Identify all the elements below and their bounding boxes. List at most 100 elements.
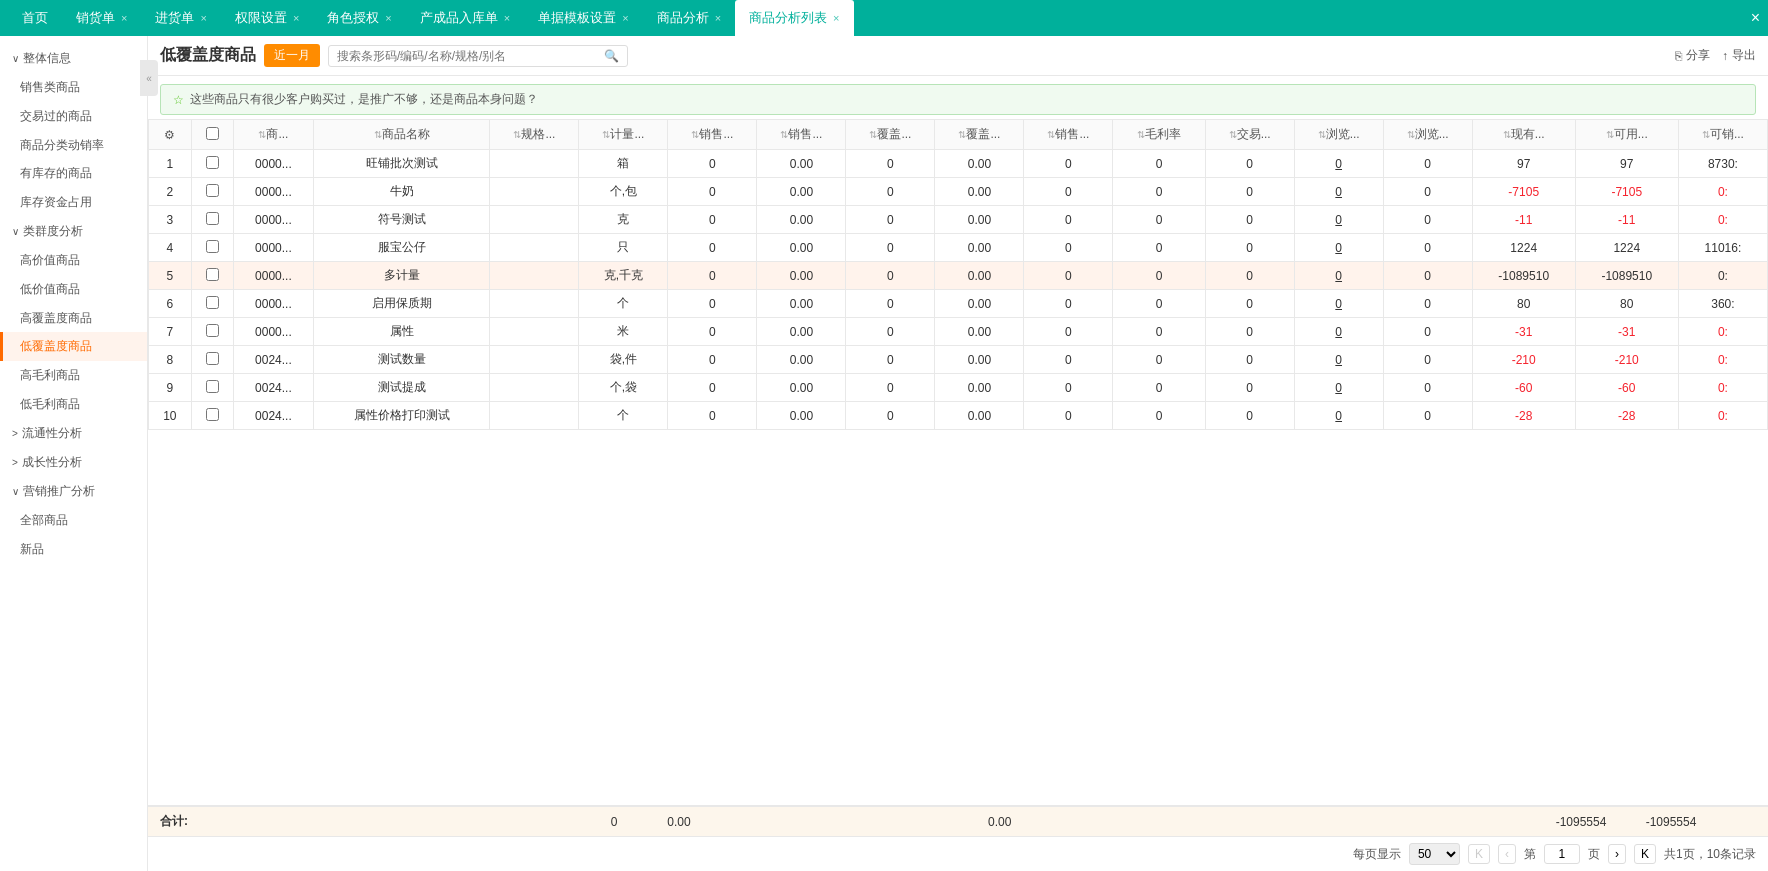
row-browse1[interactable]: 0 [1294, 374, 1383, 402]
nav-tab-商品分析[interactable]: 商品分析× [643, 0, 735, 36]
nav-tab-close-商品分析列表[interactable]: × [833, 0, 839, 36]
per-page-select[interactable]: 2050100 [1409, 843, 1460, 865]
row-browse1[interactable]: 0 [1294, 178, 1383, 206]
col-header-code[interactable]: ⇅商... [233, 120, 313, 150]
sidebar-item-库存资金占用[interactable]: 库存资金占用 [0, 188, 147, 217]
col-header-saleable[interactable]: ⇅可销... [1678, 120, 1767, 150]
browse-link[interactable]: 0 [1335, 409, 1342, 423]
sidebar-item-低价值商品[interactable]: 低价值商品 [0, 275, 147, 304]
nav-tab-close-权限设置[interactable]: × [293, 0, 299, 36]
nav-tab-单据模板设置[interactable]: 单据模板设置× [524, 0, 642, 36]
row-checkbox-input[interactable] [206, 212, 219, 225]
row-checkbox-input[interactable] [206, 240, 219, 253]
row-checkbox-input[interactable] [206, 408, 219, 421]
first-page-btn[interactable]: K [1468, 844, 1490, 864]
browse-link[interactable]: 0 [1335, 297, 1342, 311]
col-header-cover2[interactable]: ⇅覆盖... [935, 120, 1024, 150]
row-browse1[interactable]: 0 [1294, 206, 1383, 234]
row-checkbox[interactable] [191, 402, 233, 430]
row-browse1[interactable]: 0 [1294, 234, 1383, 262]
row-browse1[interactable]: 0 [1294, 318, 1383, 346]
col-header-browse1[interactable]: ⇅浏览... [1294, 120, 1383, 150]
row-checkbox-input[interactable] [206, 268, 219, 281]
sidebar-item-交易过的商品[interactable]: 交易过的商品 [0, 102, 147, 131]
col-header-current_qty[interactable]: ⇅现有... [1472, 120, 1575, 150]
row-browse1[interactable]: 0 [1294, 402, 1383, 430]
row-checkbox[interactable] [191, 234, 233, 262]
row-browse1[interactable]: 0 [1294, 150, 1383, 178]
nav-tab-权限设置[interactable]: 权限设置× [221, 0, 313, 36]
row-checkbox[interactable] [191, 290, 233, 318]
browse-link[interactable]: 0 [1335, 185, 1342, 199]
nav-tab-close-商品分析[interactable]: × [715, 0, 721, 36]
sidebar-section-4[interactable]: ∨营销推广分析 [0, 477, 147, 506]
sidebar-section-3[interactable]: >成长性分析 [0, 448, 147, 477]
sidebar-section-0[interactable]: ∨整体信息 [0, 44, 147, 73]
nav-tab-close-产成品入库单[interactable]: × [504, 0, 510, 36]
sidebar-item-商品分类动销率[interactable]: 商品分类动销率 [0, 131, 147, 160]
browse-link[interactable]: 0 [1335, 241, 1342, 255]
col-header-cover1[interactable]: ⇅覆盖... [846, 120, 935, 150]
sidebar-collapse-btn[interactable]: « [140, 60, 158, 96]
col-header-name[interactable]: ⇅商品名称 [314, 120, 490, 150]
col-header-available[interactable]: ⇅可用... [1575, 120, 1678, 150]
col-header-unit[interactable]: ⇅计量... [579, 120, 668, 150]
row-checkbox[interactable] [191, 318, 233, 346]
nav-tab-进货单[interactable]: 进货单× [141, 0, 220, 36]
browse-link[interactable]: 0 [1335, 325, 1342, 339]
sidebar-item-全部商品[interactable]: 全部商品 [0, 506, 147, 535]
nav-tab-close-单据模板设置[interactable]: × [622, 0, 628, 36]
sidebar-item-高覆盖度商品[interactable]: 高覆盖度商品 [0, 304, 147, 333]
next-page-btn[interactable]: › [1608, 844, 1626, 864]
sidebar-item-新品[interactable]: 新品 [0, 535, 147, 564]
settings-icon[interactable]: ⚙ [164, 128, 175, 142]
nav-tab-首页[interactable]: 首页 [8, 0, 62, 36]
close-all-btn[interactable]: × [1751, 9, 1760, 27]
table-wrapper[interactable]: ⚙⇅商...⇅商品名称⇅规格...⇅计量...⇅销售...⇅销售...⇅覆盖..… [148, 119, 1768, 805]
search-icon[interactable]: 🔍 [604, 49, 619, 63]
row-browse1[interactable]: 0 [1294, 290, 1383, 318]
row-checkbox[interactable] [191, 346, 233, 374]
sidebar-item-销售类商品[interactable]: 销售类商品 [0, 73, 147, 102]
share-btn[interactable]: ⎘ 分享 [1675, 47, 1710, 64]
nav-tab-商品分析列表[interactable]: 商品分析列表× [735, 0, 853, 36]
nav-tab-产成品入库单[interactable]: 产成品入库单× [406, 0, 524, 36]
row-checkbox-input[interactable] [206, 352, 219, 365]
col-header-sales3[interactable]: ⇅销售... [1024, 120, 1113, 150]
col-header-settings[interactable]: ⚙ [149, 120, 192, 150]
browse-link[interactable]: 0 [1335, 213, 1342, 227]
current-page-input[interactable] [1544, 844, 1580, 864]
nav-tab-close-销货单[interactable]: × [121, 0, 127, 36]
row-checkbox-input[interactable] [206, 296, 219, 309]
sidebar-item-高价值商品[interactable]: 高价值商品 [0, 246, 147, 275]
col-header-spec[interactable]: ⇅规格... [490, 120, 579, 150]
filter-btn[interactable]: 近一月 [264, 44, 320, 67]
sidebar-item-低覆盖度商品[interactable]: 低覆盖度商品 [0, 332, 147, 361]
sidebar-item-低毛利商品[interactable]: 低毛利商品 [0, 390, 147, 419]
col-header-gross[interactable]: ⇅毛利率 [1113, 120, 1205, 150]
row-browse1[interactable]: 0 [1294, 346, 1383, 374]
row-browse1[interactable]: 0 [1294, 262, 1383, 290]
row-checkbox[interactable] [191, 206, 233, 234]
col-header-sales_amt[interactable]: ⇅销售... [757, 120, 846, 150]
nav-tab-角色授权[interactable]: 角色授权× [313, 0, 405, 36]
col-header-browse2[interactable]: ⇅浏览... [1383, 120, 1472, 150]
row-checkbox[interactable] [191, 262, 233, 290]
col-header-sales_qty[interactable]: ⇅销售... [668, 120, 757, 150]
row-checkbox-input[interactable] [206, 184, 219, 197]
nav-tab-close-进货单[interactable]: × [200, 0, 206, 36]
sidebar-section-1[interactable]: ∨类群度分析 [0, 217, 147, 246]
nav-tab-销货单[interactable]: 销货单× [62, 0, 141, 36]
last-page-btn[interactable]: K [1634, 844, 1656, 864]
col-header-checkbox[interactable] [191, 120, 233, 150]
row-checkbox-input[interactable] [206, 380, 219, 393]
row-checkbox[interactable] [191, 150, 233, 178]
prev-page-btn[interactable]: ‹ [1498, 844, 1516, 864]
sidebar-item-有库存的商品[interactable]: 有库存的商品 [0, 159, 147, 188]
col-header-trade[interactable]: ⇅交易... [1205, 120, 1294, 150]
row-checkbox-input[interactable] [206, 156, 219, 169]
browse-link[interactable]: 0 [1335, 269, 1342, 283]
row-checkbox[interactable] [191, 178, 233, 206]
nav-tab-close-角色授权[interactable]: × [385, 0, 391, 36]
sidebar-item-高毛利商品[interactable]: 高毛利商品 [0, 361, 147, 390]
